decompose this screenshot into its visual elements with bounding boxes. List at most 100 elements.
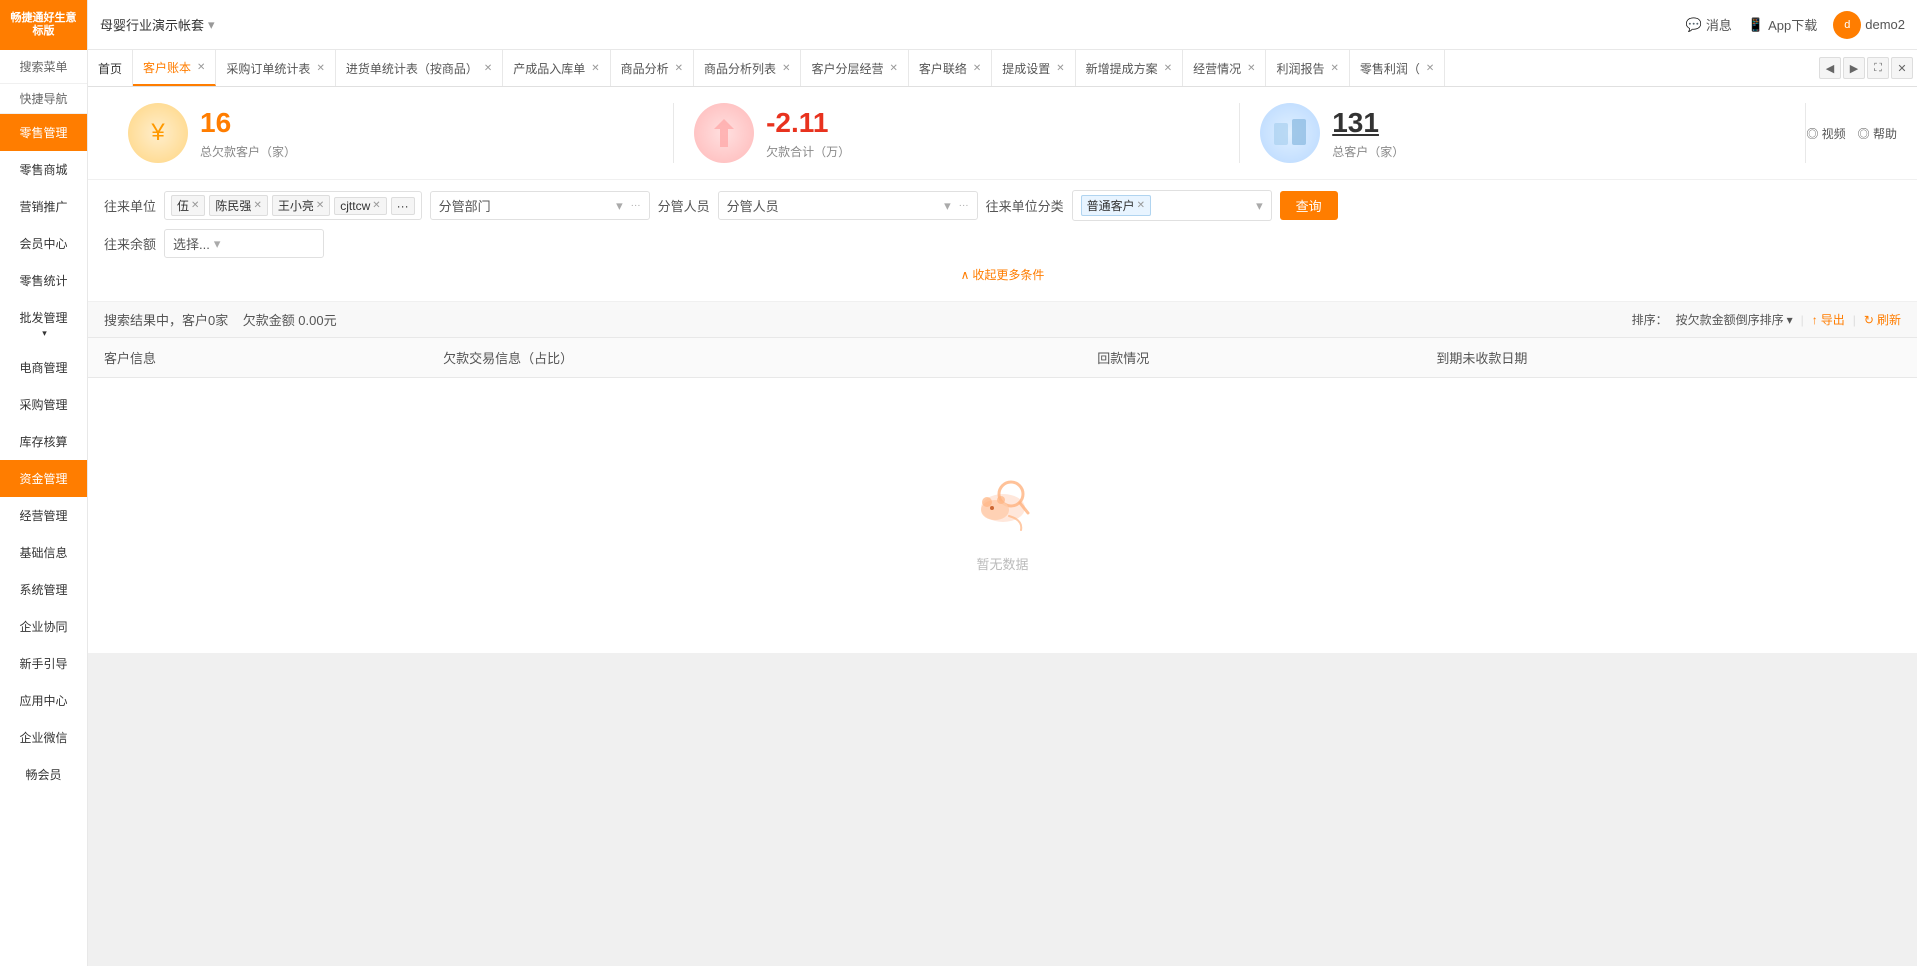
tab-profit-report-close[interactable]: ✕ xyxy=(1331,63,1339,74)
sidebar-item-app-center[interactable]: 应用中心 xyxy=(0,682,87,719)
sidebar-item-sys-mgmt[interactable]: 系统管理 xyxy=(0,571,87,608)
sidebar-item-enterprise-wx[interactable]: 企业微信 xyxy=(0,719,87,756)
empty-state-row: 暂无数据 xyxy=(88,378,1917,654)
sidebar-item-ecom[interactable]: 电商管理 xyxy=(0,349,87,386)
tab-retail-profit-close[interactable]: ✕ xyxy=(1426,63,1434,74)
user-profile[interactable]: d demo2 xyxy=(1833,11,1905,39)
tab-product-analysis[interactable]: 商品分析 ✕ xyxy=(611,50,694,86)
sidebar-item-ops-mgmt[interactable]: 经营管理 xyxy=(0,497,87,534)
tabs-fullscreen-button[interactable]: ⛶ xyxy=(1867,57,1889,79)
tabs-prev-button[interactable]: ◀ xyxy=(1819,57,1841,79)
customers-icon-svg xyxy=(1270,113,1310,153)
sidebar-item-inventory[interactable]: 库存核算 xyxy=(0,423,87,460)
tab-customer-tier[interactable]: 客户分层经营 ✕ xyxy=(801,50,908,86)
tab-reminder-settings-label: 提成设置 xyxy=(1002,60,1050,77)
tab-reminder-settings-close[interactable]: ✕ xyxy=(1056,63,1064,74)
topbar-right: 💬 消息 📱 App下载 d demo2 xyxy=(1686,11,1905,39)
sidebar-item-newbie[interactable]: 新手引导 xyxy=(0,645,87,682)
tab-inbound-stats[interactable]: 进货单统计表（按商品） ✕ xyxy=(336,50,503,86)
tab-new-achievement[interactable]: 新增提成方案 ✕ xyxy=(1076,50,1183,86)
tab-new-achievement-close[interactable]: ✕ xyxy=(1164,63,1172,74)
sidebar-item-member[interactable]: 畅会员 xyxy=(0,756,87,793)
sidebar-item-member-center[interactable]: 会员中心 xyxy=(0,225,87,262)
filter-tag-cjttcw[interactable]: cjttcw ✕ xyxy=(334,197,386,215)
tab-customer-contact[interactable]: 客户联络 ✕ xyxy=(909,50,992,86)
tabs-close-all-button[interactable]: ✕ xyxy=(1891,57,1913,79)
account-selector[interactable]: 母婴行业演示帐套 ▾ xyxy=(100,15,215,34)
sys-mgmt-label: 系统管理 xyxy=(19,581,67,598)
video-help-button[interactable]: ◎ 视频 xyxy=(1806,125,1845,142)
stat-debt-customers: ¥ 16 总欠款客户（家） xyxy=(108,103,674,163)
filter-type-select[interactable]: 普通客户 ✕ ▾ xyxy=(1072,190,1272,221)
filter-tag-wang-close[interactable]: ✕ xyxy=(316,200,324,211)
tab-product-inbound-close[interactable]: ✕ xyxy=(591,63,599,74)
tab-customer-accounts[interactable]: 客户账本 ✕ xyxy=(133,50,216,86)
tab-customer-tier-close[interactable]: ✕ xyxy=(889,63,897,74)
sidebar-item-quick-nav[interactable]: 快捷导航 xyxy=(0,84,87,114)
collapse-button[interactable]: ∧ 收起更多条件 xyxy=(951,262,1055,287)
filter-unit-label: 往来单位 xyxy=(104,196,156,215)
tab-purchase-stats[interactable]: 采购订单统计表 ✕ xyxy=(216,50,335,86)
tabs-next-button[interactable]: ▶ xyxy=(1843,57,1865,79)
sort-select[interactable]: 按欠款金额倒序排序 ▾ xyxy=(1676,311,1793,328)
tab-purchase-stats-close[interactable]: ✕ xyxy=(316,63,324,74)
tab-reminder-settings[interactable]: 提成设置 ✕ xyxy=(992,50,1075,86)
filter-tag-wang-label: 王小亮 xyxy=(278,197,314,214)
refresh-button[interactable]: ↻ 刷新 xyxy=(1864,311,1901,328)
filter-tag-chen[interactable]: 陈民强 ✕ xyxy=(209,195,267,216)
member-center-label: 会员中心 xyxy=(19,235,67,252)
filter-type-tag-normal[interactable]: 普通客户 ✕ xyxy=(1081,195,1151,216)
total-customers-info: 131 总客户（家） xyxy=(1332,107,1404,160)
debt-amount-icon xyxy=(694,103,754,163)
tab-product-analysis-close[interactable]: ✕ xyxy=(675,63,683,74)
query-button[interactable]: 查询 xyxy=(1280,191,1338,220)
debt-customers-label: 总欠款客户（家） xyxy=(200,143,296,160)
sidebar-item-retail-stats[interactable]: 零售统计 xyxy=(0,262,87,299)
filter-person-select[interactable]: 分管人员 ▾ ··· xyxy=(718,191,978,220)
tab-customer-contact-label: 客户联络 xyxy=(919,60,967,77)
message-button[interactable]: 💬 消息 xyxy=(1686,15,1732,34)
app-download-button[interactable]: 📱 App下载 xyxy=(1748,15,1817,34)
tab-product-inbound[interactable]: 产成品入库单 ✕ xyxy=(503,50,610,86)
filter-tags-more[interactable]: ··· xyxy=(391,197,415,215)
wholesale-arrow: ▾ xyxy=(42,328,47,339)
sidebar-item-retail-mgmt[interactable]: 零售管理 xyxy=(0,114,87,151)
sidebar-item-wholesale[interactable]: 批发管理 ▾ xyxy=(0,299,87,349)
filter-tag-wu-close[interactable]: ✕ xyxy=(191,200,199,211)
debt-icon-svg xyxy=(706,115,742,151)
message-icon: 💬 xyxy=(1686,17,1702,33)
tab-product-analysis-list[interactable]: 商品分析列表 ✕ xyxy=(694,50,801,86)
sidebar-item-retail-mall[interactable]: 零售商城 xyxy=(0,151,87,188)
data-table: 客户信息 欠款交易信息（占比） 回款情况 到期未收款日期 xyxy=(88,338,1917,653)
filter-type-arrow: ▾ xyxy=(1256,198,1263,214)
col-overdue-date: 到期未收款日期 xyxy=(1420,338,1917,378)
export-button[interactable]: ↑ 导出 xyxy=(1812,311,1845,328)
tab-retail-profit[interactable]: 零售利润（ ✕ xyxy=(1350,50,1445,86)
sidebar-item-search-menu[interactable]: 搜索菜单 xyxy=(0,50,87,84)
sidebar-item-basic-info[interactable]: 基础信息 xyxy=(0,534,87,571)
tab-profit-report[interactable]: 利润报告 ✕ xyxy=(1266,50,1349,86)
tab-home[interactable]: 首页 xyxy=(88,50,133,86)
filter-dept-arrow: ▾ xyxy=(616,198,623,214)
filter-tag-cjttcw-close[interactable]: ✕ xyxy=(372,200,380,211)
filter-tag-wang[interactable]: 王小亮 ✕ xyxy=(272,195,330,216)
filter-unit-tags[interactable]: 伍 ✕ 陈民强 ✕ 王小亮 ✕ cjttcw ✕ xyxy=(164,191,422,220)
sidebar-item-marketing[interactable]: 营销推广 xyxy=(0,188,87,225)
tab-ops-status-close[interactable]: ✕ xyxy=(1247,63,1255,74)
filter-dept-select[interactable]: 分管部门 ▾ ··· xyxy=(430,191,650,220)
filter-tag-chen-close[interactable]: ✕ xyxy=(253,200,261,211)
tab-product-analysis-list-close[interactable]: ✕ xyxy=(782,63,790,74)
sidebar-item-enterprise[interactable]: 企业协同 xyxy=(0,608,87,645)
sidebar-item-fund-mgmt[interactable]: 资金管理 xyxy=(0,460,87,497)
filter-dept-ellipsis: ··· xyxy=(631,200,641,211)
filter-collapse-row: ∧ 收起更多条件 xyxy=(104,258,1901,291)
filter-type-tag-normal-close[interactable]: ✕ xyxy=(1137,200,1145,211)
filter-balance-input[interactable]: 选择... ▾ xyxy=(164,229,324,258)
tab-ops-status[interactable]: 经营情况 ✕ xyxy=(1183,50,1266,86)
help-button[interactable]: ◎ 帮助 xyxy=(1858,125,1897,142)
sidebar-item-purchase[interactable]: 采购管理 xyxy=(0,386,87,423)
filter-tag-wu[interactable]: 伍 ✕ xyxy=(171,195,205,216)
tab-inbound-stats-close[interactable]: ✕ xyxy=(484,63,492,74)
tab-customer-contact-close[interactable]: ✕ xyxy=(973,63,981,74)
tab-customer-accounts-close[interactable]: ✕ xyxy=(197,62,205,73)
